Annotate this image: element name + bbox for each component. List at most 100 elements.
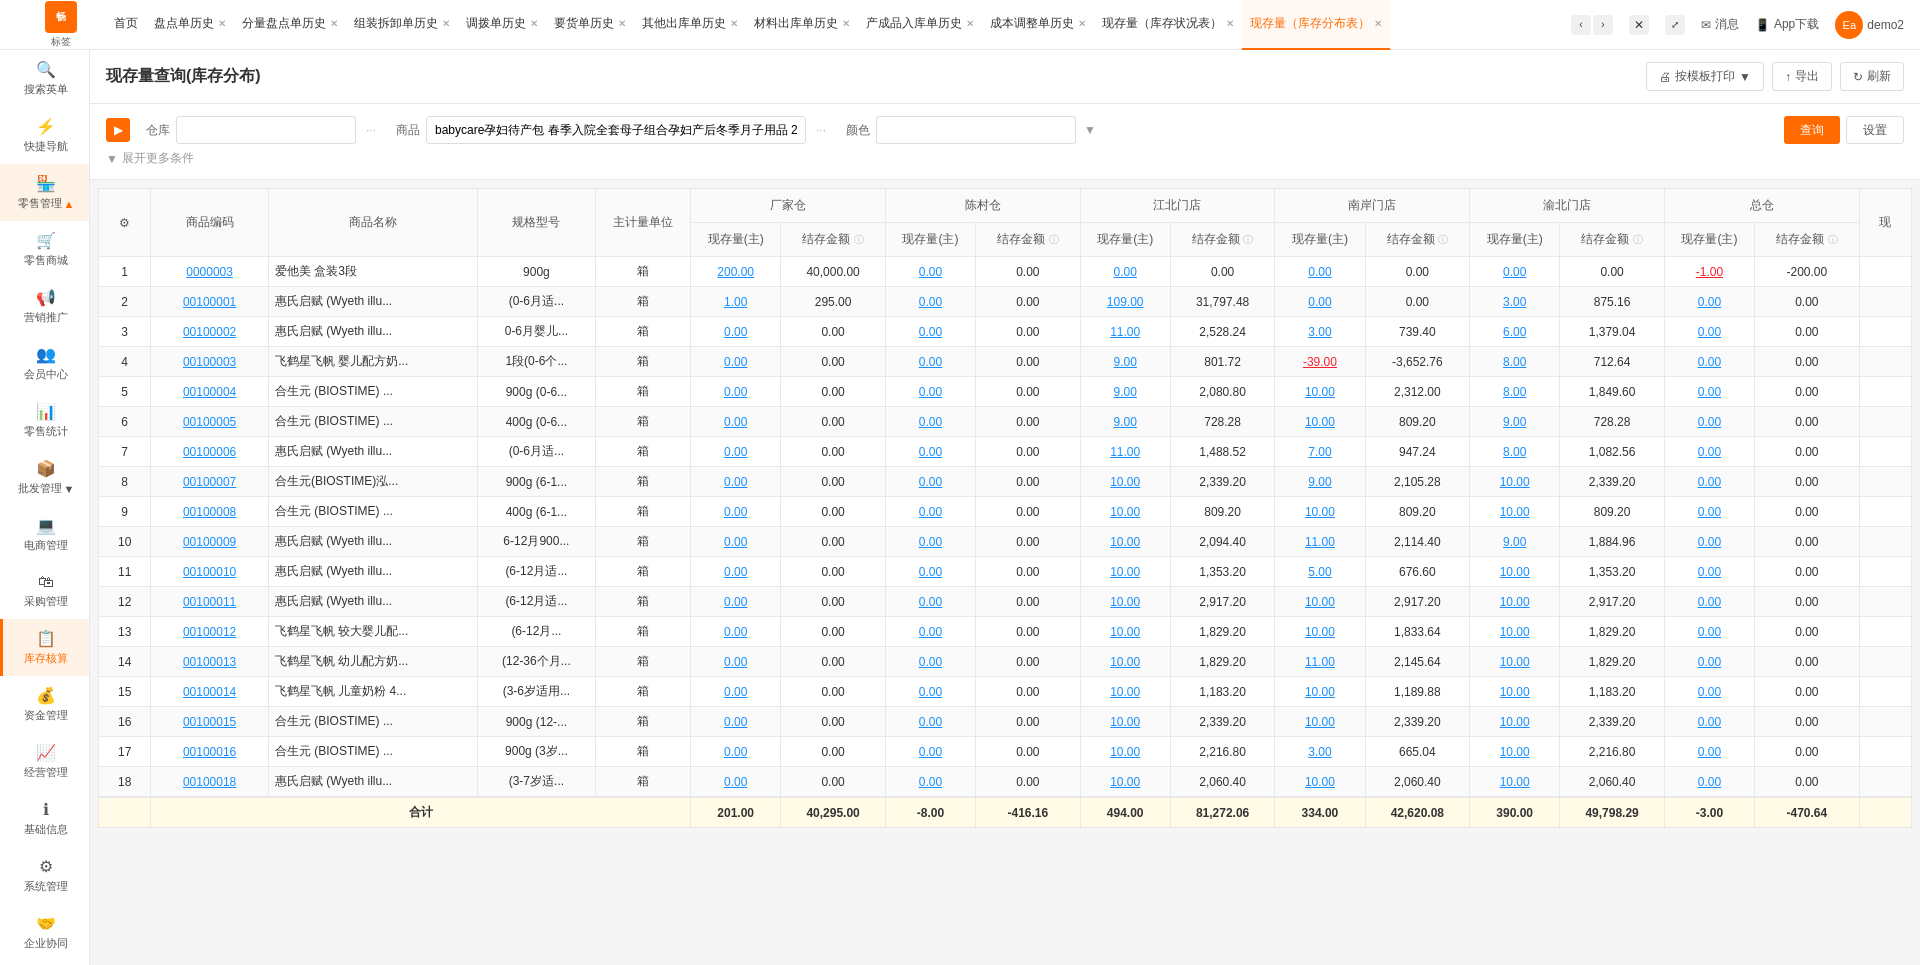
total-qty-link[interactable]: 0.00 <box>1698 685 1721 699</box>
code-link[interactable]: 00100018 <box>183 775 236 789</box>
sidebar-item-guide[interactable]: 🎓 新手引导 <box>0 961 89 965</box>
jb-qty-link[interactable]: 10.00 <box>1110 625 1140 639</box>
nav-tab-9[interactable]: 现存量（库存状况表） ✕ <box>1094 0 1242 50</box>
chen-qty-link[interactable]: 0.00 <box>919 565 942 579</box>
jb-qty-link[interactable]: 109.00 <box>1107 295 1144 309</box>
total-info-icon[interactable]: ⓘ <box>1828 234 1838 245</box>
total-qty-link[interactable]: -1.00 <box>1696 265 1723 279</box>
yb-qty-link[interactable]: 10.00 <box>1500 595 1530 609</box>
total-qty-link[interactable]: 0.00 <box>1698 775 1721 789</box>
yb-qty-link[interactable]: 8.00 <box>1503 385 1526 399</box>
table-container[interactable]: ⚙ 商品编码 商品名称 规格型号 主计量单位 厂家仓 陈村仓 江北门店 南岸门店… <box>90 180 1920 965</box>
fac-qty-link[interactable]: 0.00 <box>724 655 747 669</box>
code-link[interactable]: 00100003 <box>183 355 236 369</box>
na-qty-link[interactable]: 10.00 <box>1305 505 1335 519</box>
fac-qty-link[interactable]: 0.00 <box>724 535 747 549</box>
chen-qty-link[interactable]: 0.00 <box>919 535 942 549</box>
jb-qty-link[interactable]: 9.00 <box>1114 415 1137 429</box>
tab-close-7[interactable]: ✕ <box>966 18 974 29</box>
nav-tab-10[interactable]: 现存量（库存分布表） ✕ <box>1242 0 1390 50</box>
na-qty-link[interactable]: 0.00 <box>1308 295 1331 309</box>
total-qty-link[interactable]: 0.00 <box>1698 355 1721 369</box>
yb-qty-link[interactable]: 3.00 <box>1503 295 1526 309</box>
nav-next[interactable]: › <box>1593 15 1613 35</box>
chen-qty-link[interactable]: 0.00 <box>919 775 942 789</box>
sidebar-item-retail-manage[interactable]: 🏪 零售管理 ▲ <box>0 164 89 221</box>
sidebar-item-member[interactable]: 👥 会员中心 <box>0 335 89 392</box>
nav-tab-2[interactable]: 组装拆卸单历史 ✕ <box>346 0 458 50</box>
code-link[interactable]: 00100005 <box>183 415 236 429</box>
fac-qty-link[interactable]: 0.00 <box>724 385 747 399</box>
yb-qty-link[interactable]: 10.00 <box>1500 775 1530 789</box>
fac-qty-link[interactable]: 0.00 <box>724 505 747 519</box>
chen-qty-link[interactable]: 0.00 <box>919 715 942 729</box>
settings-btn[interactable]: 设置 <box>1846 116 1904 144</box>
query-btn[interactable]: 查询 <box>1784 116 1840 144</box>
nav-tab-1[interactable]: 分量盘点单历史 ✕ <box>234 0 346 50</box>
total-qty-link[interactable]: 0.00 <box>1698 655 1721 669</box>
chen-info-icon[interactable]: ⓘ <box>1049 234 1059 245</box>
chen-qty-link[interactable]: 0.00 <box>919 655 942 669</box>
code-link[interactable]: 00100008 <box>183 505 236 519</box>
sidebar-item-system[interactable]: ⚙ 系统管理 <box>0 847 89 904</box>
fac-qty-link[interactable]: 0.00 <box>724 775 747 789</box>
chen-qty-link[interactable]: 0.00 <box>919 415 942 429</box>
na-qty-link[interactable]: 3.00 <box>1308 325 1331 339</box>
jb-qty-link[interactable]: 10.00 <box>1110 505 1140 519</box>
code-link[interactable]: 00100006 <box>183 445 236 459</box>
jb-qty-link[interactable]: 10.00 <box>1110 535 1140 549</box>
yb-qty-link[interactable]: 10.00 <box>1500 655 1530 669</box>
total-qty-link[interactable]: 0.00 <box>1698 475 1721 489</box>
sidebar-item-mall[interactable]: 🛒 零售商城 <box>0 221 89 278</box>
chen-qty-link[interactable]: 0.00 <box>919 325 942 339</box>
tab-close-4[interactable]: ✕ <box>618 18 626 29</box>
na-qty-link[interactable]: 3.00 <box>1308 745 1331 759</box>
code-link[interactable]: 00100012 <box>183 625 236 639</box>
tab-close-10[interactable]: ✕ <box>1374 18 1382 29</box>
jb-qty-link[interactable]: 11.00 <box>1110 445 1140 459</box>
sidebar-item-collab[interactable]: 🤝 企业协同 <box>0 904 89 961</box>
fac-qty-link[interactable]: 0.00 <box>724 355 747 369</box>
expand-btn[interactable]: ⤢ <box>1665 15 1685 35</box>
na-qty-link[interactable]: -39.00 <box>1303 355 1337 369</box>
color-dropdown-icon[interactable]: ▼ <box>1084 123 1096 137</box>
code-link[interactable]: 00100014 <box>183 685 236 699</box>
jb-qty-link[interactable]: 10.00 <box>1110 475 1140 489</box>
na-qty-link[interactable]: 10.00 <box>1305 775 1335 789</box>
user-avatar-btn[interactable]: Ea demo2 <box>1835 11 1904 39</box>
total-qty-link[interactable]: 0.00 <box>1698 745 1721 759</box>
total-qty-link[interactable]: 0.00 <box>1698 625 1721 639</box>
na-qty-link[interactable]: 10.00 <box>1305 385 1335 399</box>
warehouse-ellipsis[interactable]: ··· <box>362 123 380 137</box>
yb-qty-link[interactable]: 10.00 <box>1500 625 1530 639</box>
yb-qty-link[interactable]: 10.00 <box>1500 685 1530 699</box>
chen-qty-link[interactable]: 0.00 <box>919 595 942 609</box>
chen-qty-link[interactable]: 0.00 <box>919 475 942 489</box>
code-link[interactable]: 00100016 <box>183 745 236 759</box>
sidebar-item-search[interactable]: 🔍 搜索英单 <box>0 50 89 107</box>
nav-home[interactable]: 首页 <box>106 0 146 50</box>
fac-qty-link[interactable]: 0.00 <box>724 715 747 729</box>
export-btn[interactable]: ↑ 导出 <box>1772 62 1832 91</box>
filter-toggle-arrow[interactable]: ▶ <box>106 118 130 142</box>
total-qty-link[interactable]: 0.00 <box>1698 325 1721 339</box>
tab-close-5[interactable]: ✕ <box>730 18 738 29</box>
total-qty-link[interactable]: 0.00 <box>1698 385 1721 399</box>
na-info-icon[interactable]: ⓘ <box>1438 234 1448 245</box>
nav-tab-5[interactable]: 其他出库单历史 ✕ <box>634 0 746 50</box>
yb-qty-link[interactable]: 8.00 <box>1503 445 1526 459</box>
tab-close-8[interactable]: ✕ <box>1078 18 1086 29</box>
chen-qty-link[interactable]: 0.00 <box>919 355 942 369</box>
settings-icon[interactable]: ⚙ <box>119 216 130 230</box>
nav-tab-3[interactable]: 调拨单历史 ✕ <box>458 0 546 50</box>
code-link[interactable]: 00100011 <box>183 595 236 609</box>
yb-qty-link[interactable]: 6.00 <box>1503 325 1526 339</box>
jb-qty-link[interactable]: 10.00 <box>1110 715 1140 729</box>
sidebar-item-marketing[interactable]: 📢 营销推广 <box>0 278 89 335</box>
jb-qty-link[interactable]: 0.00 <box>1114 265 1137 279</box>
total-qty-link[interactable]: 0.00 <box>1698 295 1721 309</box>
sidebar-item-retail-stats[interactable]: 📊 零售统计 <box>0 392 89 449</box>
total-qty-link[interactable]: 0.00 <box>1698 565 1721 579</box>
product-input[interactable] <box>426 116 806 144</box>
jb-qty-link[interactable]: 10.00 <box>1110 565 1140 579</box>
